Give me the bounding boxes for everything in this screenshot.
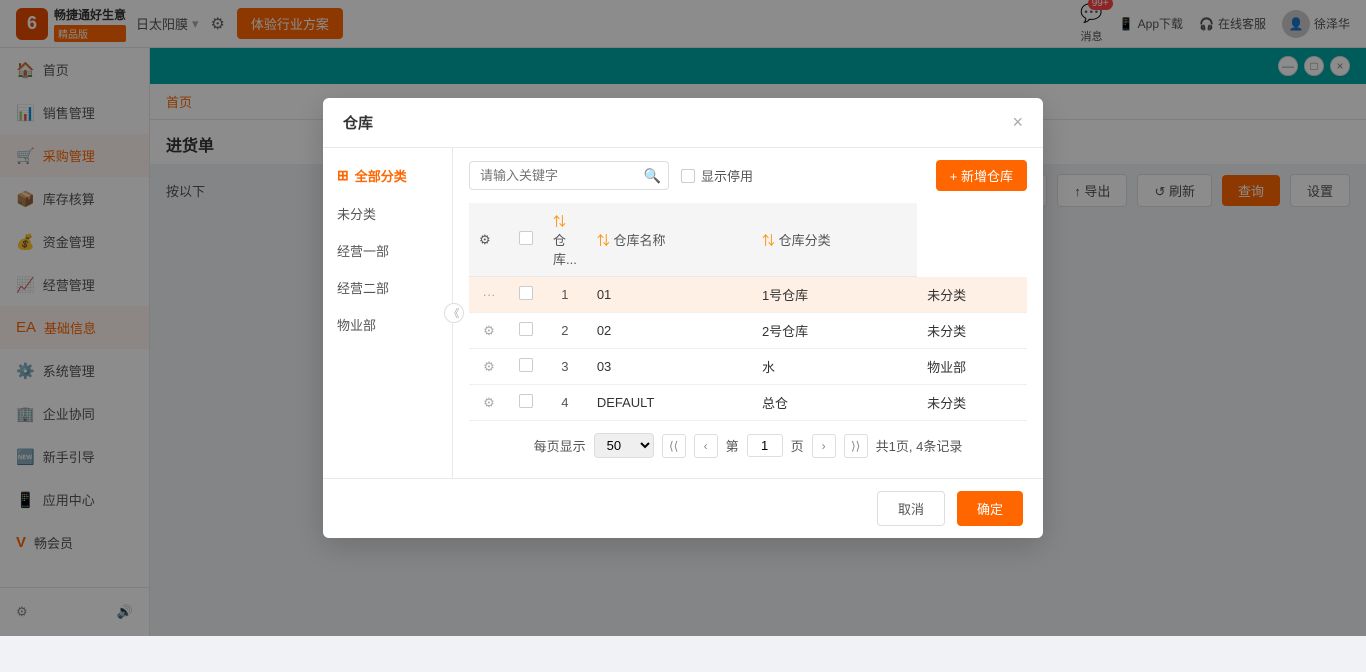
search-input[interactable] <box>469 161 669 190</box>
row-gear-icon: ⚙ <box>483 323 495 338</box>
dialog-close-btn[interactable]: × <box>1012 112 1023 133</box>
row-actions-icon[interactable]: ··· <box>483 287 496 302</box>
row-name: 1号仓库 <box>752 277 917 313</box>
row-number: 2 <box>543 313 587 349</box>
category-item-0[interactable]: 未分类 <box>323 195 452 232</box>
add-warehouse-btn[interactable]: + 新增仓库 <box>936 160 1027 191</box>
table-row[interactable]: ··· 1 01 1号仓库 未分类 <box>469 277 1027 313</box>
row-checkbox-cell <box>509 385 543 421</box>
row-checkbox[interactable] <box>519 358 533 372</box>
per-page-select[interactable]: 50 10 20 100 <box>594 433 654 458</box>
page-input[interactable] <box>747 434 783 457</box>
table-container: ⚙ ⇅ 仓库... ⇅ <box>469 203 1027 421</box>
confirm-btn[interactable]: 确定 <box>957 491 1023 526</box>
table-row[interactable]: ⚙ 3 03 水 物业部 <box>469 349 1027 385</box>
collapse-sidebar-btn[interactable]: 《 <box>444 303 464 323</box>
page-label: 第 <box>726 436 739 455</box>
row-checkbox[interactable] <box>519 322 533 336</box>
dialog-overlay: 仓库 × ⊞ 全部分类 《 未分类 经营一部 经营二部 物业部 <box>0 0 1366 636</box>
prev-page-btn[interactable]: ‹ <box>694 434 718 458</box>
dialog-pagination: 每页显示 50 10 20 100 ⟨⟨ ‹ 第 页 › <box>469 421 1027 466</box>
checkbox-icon <box>681 169 695 183</box>
search-input-wrap: 🔍 <box>469 161 669 190</box>
table-row[interactable]: ⚙ 4 DEFAULT 总仓 未分类 <box>469 385 1027 421</box>
th-gear: ⚙ <box>469 203 509 277</box>
category-item-2[interactable]: 经营二部 <box>323 269 452 306</box>
th-name-label: 仓库名称 <box>613 233 665 248</box>
per-page-label: 每页显示 <box>534 436 586 455</box>
th-checkbox <box>509 203 543 277</box>
row-category: 未分类 <box>917 313 1027 349</box>
row-gear-cell: ⚙ <box>469 349 509 385</box>
row-checkbox[interactable] <box>519 286 533 300</box>
row-number: 3 <box>543 349 587 385</box>
row-number: 1 <box>543 277 587 313</box>
row-name: 水 <box>752 349 917 385</box>
dialog-category-header: ⊞ 全部分类 <box>323 156 452 195</box>
row-name: 总仓 <box>752 385 917 421</box>
table-row[interactable]: ⚙ 2 02 2号仓库 未分类 <box>469 313 1027 349</box>
dialog-search-bar: 🔍 显示停用 + 新增仓库 <box>469 160 1027 191</box>
grid-icon: ⊞ <box>337 167 349 184</box>
show-disabled-checkbox[interactable]: 显示停用 <box>681 166 753 185</box>
first-page-btn[interactable]: ⟨⟨ <box>662 434 686 458</box>
row-gear-icon: ⚙ <box>483 395 495 410</box>
row-code: 02 <box>587 313 752 349</box>
row-gear-cell: ··· <box>469 277 509 313</box>
cancel-btn[interactable]: 取消 <box>877 491 945 526</box>
dialog-body: ⊞ 全部分类 《 未分类 经营一部 经营二部 物业部 🔍 <box>323 148 1043 478</box>
row-code: 01 <box>587 277 752 313</box>
row-checkbox-cell <box>509 313 543 349</box>
row-code: 03 <box>587 349 752 385</box>
per-page-select-wrap: 50 10 20 100 <box>594 433 654 458</box>
row-name: 2号仓库 <box>752 313 917 349</box>
th-category: ⇅ 仓库分类 <box>752 203 917 277</box>
row-gear-icon: ⚙ <box>483 359 495 374</box>
gear-col-icon: ⚙ <box>479 232 491 247</box>
dialog-header: 仓库 × <box>323 98 1043 148</box>
category-item-1[interactable]: 经营一部 <box>323 232 452 269</box>
row-category: 未分类 <box>917 385 1027 421</box>
th-code: ⇅ 仓库... <box>543 203 587 277</box>
warehouse-dialog: 仓库 × ⊞ 全部分类 《 未分类 经营一部 经营二部 物业部 <box>323 98 1043 538</box>
search-icon: 🔍 <box>644 167 661 184</box>
category-header-label: 全部分类 <box>355 166 407 185</box>
dialog-right-content: 🔍 显示停用 + 新增仓库 ⚙ <box>453 148 1043 478</box>
row-category: 未分类 <box>917 277 1027 313</box>
warehouse-table: ⚙ ⇅ 仓库... ⇅ <box>469 203 1027 421</box>
total-label: 共1页, 4条记录 <box>876 436 963 455</box>
row-gear-cell: ⚙ <box>469 385 509 421</box>
row-checkbox[interactable] <box>519 394 533 408</box>
dialog-category-sidebar: ⊞ 全部分类 《 未分类 经营一部 经营二部 物业部 <box>323 148 453 478</box>
row-number: 4 <box>543 385 587 421</box>
th-name: ⇅ 仓库名称 <box>587 203 752 277</box>
th-code-label: 仓库... <box>553 233 577 267</box>
sort-icon-code: ⇅ <box>553 214 566 229</box>
dialog-footer: 取消 确定 <box>323 478 1043 538</box>
select-all-checkbox[interactable] <box>519 231 533 245</box>
dialog-title: 仓库 <box>343 112 373 133</box>
next-page-btn[interactable]: › <box>812 434 836 458</box>
th-cat-label: 仓库分类 <box>779 233 831 248</box>
row-checkbox-cell <box>509 349 543 385</box>
sort-icon-cat: ⇅ <box>762 233 775 248</box>
show-disabled-label: 显示停用 <box>701 166 753 185</box>
row-category: 物业部 <box>917 349 1027 385</box>
row-gear-cell: ⚙ <box>469 313 509 349</box>
sort-icon-name: ⇅ <box>597 233 610 248</box>
page-suffix: 页 <box>791 436 804 455</box>
last-page-btn[interactable]: ⟩⟩ <box>844 434 868 458</box>
row-code: DEFAULT <box>587 385 752 421</box>
category-item-3[interactable]: 物业部 <box>323 306 452 343</box>
row-checkbox-cell <box>509 277 543 313</box>
